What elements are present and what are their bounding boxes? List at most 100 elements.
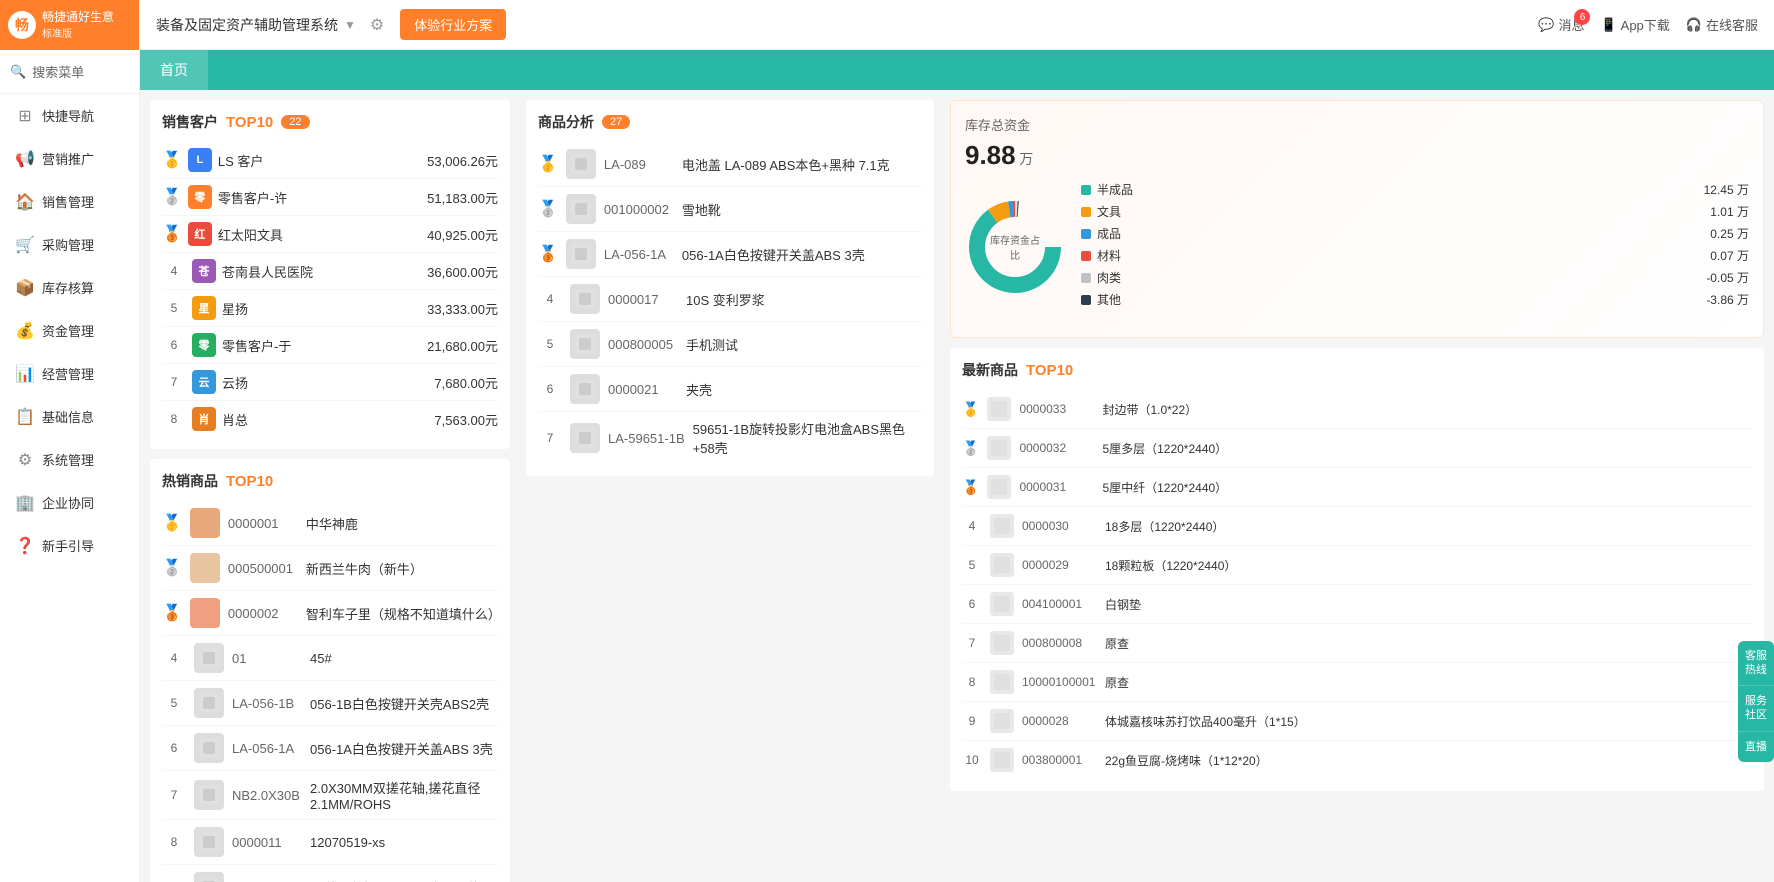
- online-service-btn[interactable]: 🎧 在线客服: [1686, 15, 1758, 34]
- trial-btn[interactable]: 体验行业方案: [400, 9, 506, 40]
- rank-number: 4: [162, 646, 186, 670]
- legend-name: 半成品: [1097, 181, 1693, 198]
- new-product-name: 18颗粒板（1220*2440）: [1105, 557, 1752, 574]
- new-product-image: [990, 709, 1014, 733]
- rank-number: 4: [538, 287, 562, 311]
- product-code: 0000021: [608, 382, 678, 397]
- product-name: 电池盖 LA-089 ABS本色+黑种 7.1克: [682, 155, 922, 174]
- sidebar-item-quick-nav[interactable]: ⊞快捷导航: [0, 94, 139, 137]
- system-title-btn[interactable]: 装备及固定资产辅助管理系统 ▼: [156, 15, 356, 35]
- product-code: LA-056-1A: [604, 247, 674, 262]
- sidebar-item-enterprise[interactable]: 🏢企业协同: [0, 481, 139, 524]
- sidebar-item-guide[interactable]: ❓新手引导: [0, 524, 139, 567]
- sidebar-item-system[interactable]: ⚙系统管理: [0, 438, 139, 481]
- topbar-right: 💬 消息 6 📱 App下载 🎧 在线客服: [1538, 15, 1758, 34]
- new-product-image: [987, 475, 1011, 499]
- legend-value: 0.25 万: [1699, 225, 1749, 242]
- sales-product-row: 🥈 001000002 雪地靴: [538, 187, 922, 232]
- product-image: [570, 374, 600, 404]
- new-product-row: 🥉 0000031 5厘中纤（1220*2440）: [962, 468, 1752, 507]
- tab-home[interactable]: 首页: [140, 50, 208, 90]
- nav-icon-quick-nav: ⊞: [16, 107, 34, 125]
- rank-number: 5: [538, 332, 562, 356]
- customer-avatar: 云: [192, 370, 216, 394]
- nav-icon-basic: 📋: [16, 408, 34, 426]
- product-name: 新西兰牛肉（新牛）: [306, 559, 498, 578]
- sidebar-item-basic[interactable]: 📋基础信息: [0, 395, 139, 438]
- sales-products-card: 商品分析 27 🥇 LA-089 电池盖 LA-089 ABS本色+黑种 7.1…: [526, 100, 934, 476]
- product-image: [194, 780, 224, 810]
- hot-product-row: 4 01 45#: [162, 636, 498, 681]
- app-download-btn[interactable]: 📱 App下载: [1600, 15, 1669, 34]
- sidebar-item-purchase[interactable]: 🛒采购管理: [0, 223, 139, 266]
- medal-silver-icon: 🥈: [962, 440, 979, 457]
- sidebar-nav: ⊞快捷导航📢营销推广🏠销售管理🛒采购管理📦库存核算💰资金管理📊经营管理📋基础信息…: [0, 94, 139, 882]
- customer-avatar: L: [188, 148, 212, 172]
- customer-amount: 53,006.26元: [427, 151, 498, 170]
- medal-bronze-icon: 🥉: [162, 224, 182, 244]
- product-name: 雪地靴: [682, 200, 922, 219]
- medal-bronze-icon: 🥉: [538, 244, 558, 264]
- product-code: NB2.0X30B: [232, 788, 302, 803]
- legend-name: 其他: [1097, 291, 1693, 308]
- sidebar-item-operation[interactable]: 📊经营管理: [0, 352, 139, 395]
- product-name: 59651-1B旋转投影灯电池盒ABS黑色+58壳: [693, 419, 922, 457]
- logo-text: 畅捷通好生意 标准版: [42, 10, 114, 41]
- sidebar-item-sales[interactable]: 🏠销售管理: [0, 180, 139, 223]
- product-name: 056-1B白色按键开关壳ABS2壳: [310, 694, 498, 713]
- legend-item: 肉类 -0.05 万: [1081, 269, 1749, 286]
- sidebar-item-finance[interactable]: 💰资金管理: [0, 309, 139, 352]
- sales-product-row: 5 000800005 手机测试: [538, 322, 922, 367]
- float-service-community[interactable]: 服务社区: [1738, 686, 1774, 732]
- legend-value: 1.01 万: [1699, 203, 1749, 220]
- new-product-code: 000800008: [1022, 636, 1097, 650]
- product-name: 12070519-xs: [310, 835, 498, 850]
- float-service-live[interactable]: 直播: [1738, 732, 1774, 762]
- sales-product-row: 🥉 LA-056-1A 056-1A白色按键开关盖ABS 3壳: [538, 232, 922, 277]
- new-product-name: 封边带（1.0*22）: [1102, 401, 1752, 418]
- customer-name: 云扬: [222, 373, 434, 392]
- nav-icon-system: ⚙: [16, 451, 34, 469]
- new-product-code: 004100001: [1022, 597, 1097, 611]
- customer-row: 4 苍 苍南县人民医院 36,600.00元: [162, 253, 498, 290]
- float-service-hotline[interactable]: 客服热线: [1738, 641, 1774, 687]
- legend-dot: [1081, 185, 1091, 195]
- customer-avatar: 星: [192, 296, 216, 320]
- product-image: [194, 733, 224, 763]
- customer-row: 🥉 红 红太阳文具 40,925.00元: [162, 216, 498, 253]
- product-image: [190, 553, 220, 583]
- nav-icon-finance: 💰: [16, 322, 34, 340]
- legend-item: 成品 0.25 万: [1081, 225, 1749, 242]
- new-product-image: [990, 631, 1014, 655]
- legend-name: 材料: [1097, 247, 1693, 264]
- sales-product-row: 🥇 LA-089 电池盖 LA-089 ABS本色+黑种 7.1克: [538, 142, 922, 187]
- product-image: [190, 598, 220, 628]
- sidebar-item-inventory[interactable]: 📦库存核算: [0, 266, 139, 309]
- hot-product-row: 9 KK-SD22110H 花语萌恒温分腿睡袋（厚款）: [162, 865, 498, 882]
- sidebar-search[interactable]: 🔍 搜索菜单: [0, 50, 139, 94]
- headset-icon: 🎧: [1686, 17, 1702, 33]
- message-btn[interactable]: 💬 消息 6: [1538, 15, 1584, 34]
- legend-value: -0.05 万: [1699, 269, 1749, 286]
- nav-icon-guide: ❓: [16, 537, 34, 555]
- rank-number: 8: [962, 675, 982, 689]
- customer-avatar: 红: [188, 222, 212, 246]
- gear-icon[interactable]: ⚙: [370, 15, 384, 35]
- sidebar-item-marketing[interactable]: 📢营销推广: [0, 137, 139, 180]
- search-menu-btn[interactable]: 🔍 搜索菜单: [10, 58, 129, 85]
- customer-amount: 40,925.00元: [427, 225, 498, 244]
- rank-number: 10: [962, 753, 982, 767]
- medal-silver-icon: 🥈: [162, 558, 182, 578]
- customer-row: 🥈 零 零售客户-许 51,183.00元: [162, 179, 498, 216]
- inventory-legend: 半成品 12.45 万 文具 1.01 万 成品 0.25 万 材料 0.07 …: [1081, 181, 1749, 313]
- medal-silver-icon: 🥈: [162, 187, 182, 207]
- hot-product-row: 5 LA-056-1B 056-1B白色按键开关壳ABS2壳: [162, 681, 498, 726]
- hot-product-row: 6 LA-056-1A 056-1A白色按键开关盖ABS 3壳: [162, 726, 498, 771]
- new-product-row: 8 10000100001 原查: [962, 663, 1752, 702]
- product-code: 0000017: [608, 292, 678, 307]
- medal-bronze-icon: 🥉: [162, 603, 182, 623]
- inventory-title: 库存总资金: [965, 115, 1749, 134]
- new-product-code: 003800001: [1022, 753, 1097, 767]
- float-service: 客服热线 服务社区 直播: [1738, 641, 1774, 762]
- sidebar: 畅 畅捷通好生意 标准版 🔍 搜索菜单 ⊞快捷导航📢营销推广🏠销售管理🛒采购管理…: [0, 0, 140, 882]
